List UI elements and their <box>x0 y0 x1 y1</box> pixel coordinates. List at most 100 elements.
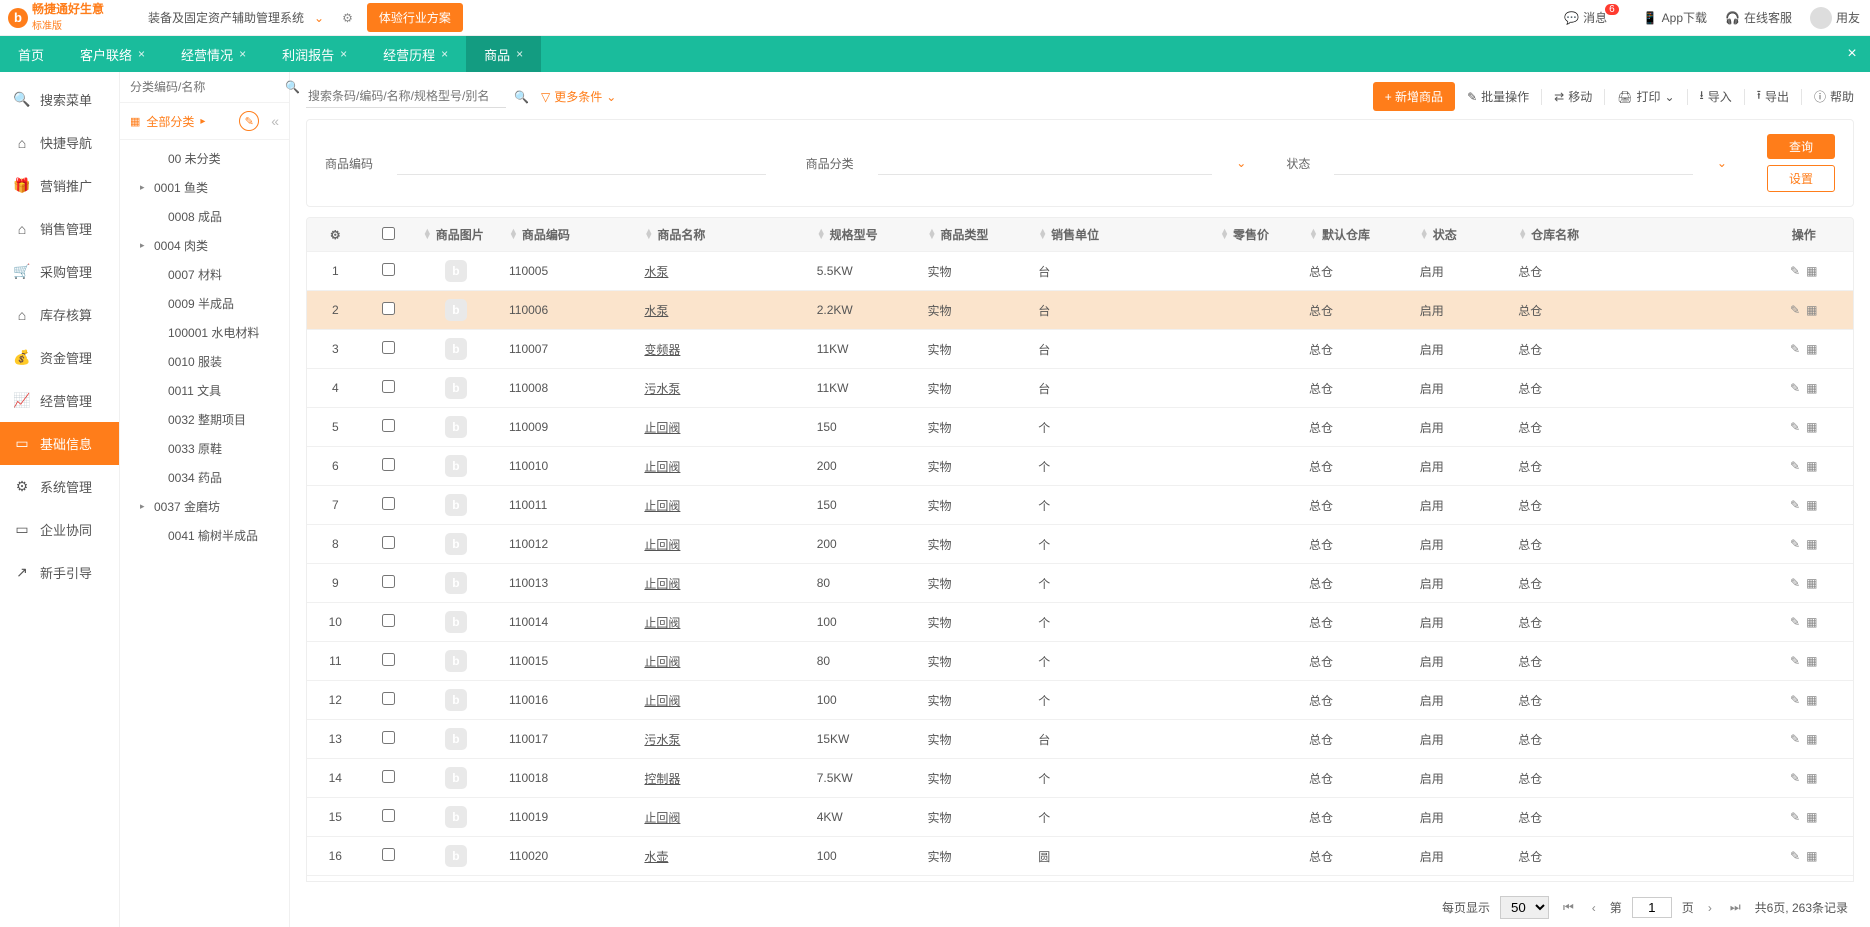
product-name-link[interactable]: 止回阀 <box>644 577 680 591</box>
row-check[interactable] <box>382 497 395 510</box>
product-image-icon[interactable]: b <box>445 611 467 633</box>
category-node[interactable]: 0034 药品 <box>120 463 289 492</box>
category-node[interactable]: 0011 文具 <box>120 376 289 405</box>
product-name-link[interactable]: 止回阀 <box>644 460 680 474</box>
query-button[interactable]: 查询 <box>1767 134 1835 159</box>
product-name-link[interactable]: 止回阀 <box>644 694 680 708</box>
product-image-icon[interactable]: b <box>445 377 467 399</box>
search-icon[interactable]: 🔍 <box>514 90 529 104</box>
export-button[interactable]: ⭱导出 <box>1757 86 1789 107</box>
product-name-link[interactable]: 止回阀 <box>644 538 680 552</box>
table-row[interactable]: 5b110009止回阀150实物个总仓启用总仓✎▦ <box>307 408 1853 447</box>
edit-icon[interactable]: ✎ <box>1790 381 1800 395</box>
col-wh[interactable]: ▲▼默认仓库 <box>1299 218 1410 252</box>
print-button[interactable]: 🖨打印⌄ <box>1617 88 1674 105</box>
row-check[interactable] <box>382 341 395 354</box>
product-name-link[interactable]: 止回阀 <box>644 811 680 825</box>
product-name-link[interactable]: 水壶 <box>644 850 668 864</box>
edit-icon[interactable]: ✎ <box>1790 810 1800 824</box>
col-whname[interactable]: ▲▼仓库名称 <box>1508 218 1754 252</box>
edit-icon[interactable]: ✎ <box>1790 498 1800 512</box>
product-name-link[interactable]: 变频器 <box>644 343 680 357</box>
product-name-link[interactable]: 水泵 <box>644 265 668 279</box>
col-code[interactable]: ▲▼商品编码 <box>499 218 634 252</box>
more-icon[interactable]: ▦ <box>1806 693 1817 707</box>
more-icon[interactable]: ▦ <box>1806 810 1817 824</box>
more-icon[interactable]: ▦ <box>1806 615 1817 629</box>
import-button[interactable]: ⭳导入 <box>1700 86 1732 107</box>
more-icon[interactable]: ▦ <box>1806 537 1817 551</box>
chevron-down-icon[interactable]: ⌄ <box>1236 156 1246 170</box>
nav-销售管理[interactable]: ⌂销售管理 <box>0 207 119 250</box>
row-check[interactable] <box>382 302 395 315</box>
category-node[interactable]: ▸0037 金磨坊 <box>120 492 289 521</box>
nav-新手引导[interactable]: ↗新手引导 <box>0 551 119 594</box>
more-icon[interactable]: ▦ <box>1806 732 1817 746</box>
table-row[interactable]: 2b110006水泵2.2KW实物台总仓启用总仓✎▦ <box>307 291 1853 330</box>
product-image-icon[interactable]: b <box>445 572 467 594</box>
close-icon[interactable]: × <box>441 47 448 61</box>
filter-code-input[interactable] <box>397 152 766 175</box>
table-row[interactable]: 13b110017污水泵15KW实物台总仓启用总仓✎▦ <box>307 720 1853 759</box>
col-img[interactable]: ▲▼商品图片 <box>413 218 499 252</box>
category-all[interactable]: ▦ 全部分类 ▸ ✎ « <box>120 103 289 140</box>
system-selector[interactable]: 装备及固定资产辅助管理系统 ⌄ <box>148 9 324 26</box>
table-row[interactable]: 7b110011止回阀150实物个总仓启用总仓✎▦ <box>307 486 1853 525</box>
table-row[interactable]: 12b110016止回阀100实物个总仓启用总仓✎▦ <box>307 681 1853 720</box>
checkall[interactable] <box>382 227 395 240</box>
col-settings[interactable]: ⚙ <box>307 218 364 252</box>
help-button[interactable]: ⓘ帮助 <box>1814 88 1854 105</box>
product-image-icon[interactable]: b <box>445 845 467 867</box>
product-image-icon[interactable]: b <box>445 728 467 750</box>
filter-category-input[interactable] <box>878 152 1213 175</box>
user-menu[interactable]: 用友 <box>1810 7 1860 29</box>
product-image-icon[interactable]: b <box>445 299 467 321</box>
page-last[interactable]: ⏭ <box>1726 900 1745 915</box>
row-check[interactable] <box>382 848 395 861</box>
category-node[interactable]: 0009 半成品 <box>120 289 289 318</box>
move-button[interactable]: ⇄移动 <box>1554 88 1592 105</box>
category-node[interactable]: 0041 榆树半成品 <box>120 521 289 550</box>
table-row[interactable]: 15b110019止回阀4KW实物个总仓启用总仓✎▦ <box>307 798 1853 837</box>
more-conditions[interactable]: ▽ 更多条件 ⌄ <box>541 88 616 105</box>
try-button[interactable]: 体验行业方案 <box>367 3 463 32</box>
row-check[interactable] <box>382 692 395 705</box>
close-icon[interactable]: × <box>239 47 246 61</box>
col-name[interactable]: ▲▼商品名称 <box>634 218 806 252</box>
row-check[interactable] <box>382 809 395 822</box>
product-image-icon[interactable]: b <box>445 494 467 516</box>
product-name-link[interactable]: 止回阀 <box>644 499 680 513</box>
more-icon[interactable]: ▦ <box>1806 459 1817 473</box>
row-check[interactable] <box>382 263 395 276</box>
category-node[interactable]: ▸0004 肉类 <box>120 231 289 260</box>
row-check[interactable] <box>382 575 395 588</box>
nav-基础信息[interactable]: ▭基础信息 <box>0 422 119 465</box>
more-icon[interactable]: ▦ <box>1806 342 1817 356</box>
product-name-link[interactable]: 污水泵 <box>644 382 680 396</box>
app-download-link[interactable]: 📱 App下载 <box>1643 9 1707 26</box>
more-icon[interactable]: ▦ <box>1806 576 1817 590</box>
nav-库存核算[interactable]: ⌂库存核算 <box>0 293 119 336</box>
more-icon[interactable]: ▦ <box>1806 771 1817 785</box>
close-all-tabs[interactable]: × <box>1834 36 1870 72</box>
category-node[interactable]: 0032 整期项目 <box>120 405 289 434</box>
category-node[interactable]: ▸0001 鱼类 <box>120 173 289 202</box>
close-icon[interactable]: × <box>340 47 347 61</box>
row-check[interactable] <box>382 458 395 471</box>
product-table-wrap[interactable]: ⚙ ▲▼商品图片 ▲▼商品编码 ▲▼商品名称 ▲▼规格型号 ▲▼商品类型 ▲▼销… <box>306 217 1854 882</box>
page-input[interactable] <box>1632 897 1672 918</box>
tab-首页[interactable]: 首页 <box>0 36 62 72</box>
page-first[interactable]: ⏮ <box>1559 900 1578 915</box>
col-spec[interactable]: ▲▼规格型号 <box>807 218 918 252</box>
edit-icon[interactable]: ✎ <box>1790 732 1800 746</box>
row-check[interactable] <box>382 770 395 783</box>
tab-客户联络[interactable]: 客户联络× <box>62 36 163 72</box>
page-prev[interactable]: ‹ <box>1588 901 1600 915</box>
more-icon[interactable]: ▦ <box>1806 420 1817 434</box>
close-icon[interactable]: × <box>138 47 145 61</box>
message-link[interactable]: 💬 消息 6 <box>1564 9 1625 26</box>
table-row[interactable]: 9b110013止回阀80实物个总仓启用总仓✎▦ <box>307 564 1853 603</box>
nav-采购管理[interactable]: 🛒采购管理 <box>0 250 119 293</box>
category-node[interactable]: 0007 材料 <box>120 260 289 289</box>
table-row[interactable]: 16b110020水壶100实物圆总仓启用总仓✎▦ <box>307 837 1853 876</box>
